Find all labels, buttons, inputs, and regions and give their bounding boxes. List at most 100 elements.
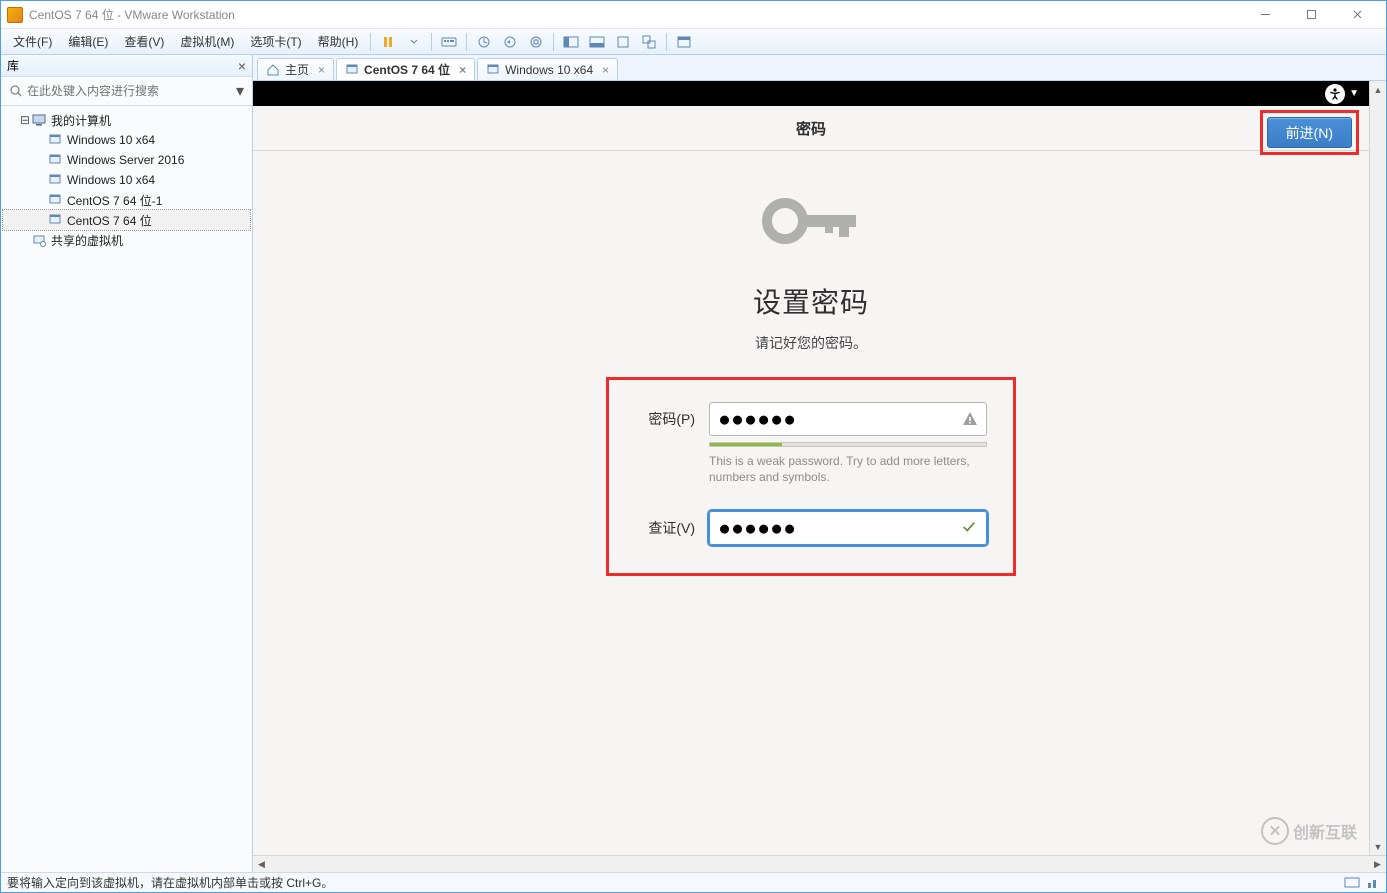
password-row: 密码(P) <box>635 402 987 436</box>
vertical-scrollbar[interactable]: ▲ ▼ <box>1369 81 1386 855</box>
tree-vm-item[interactable]: Windows Server 2016 <box>3 150 250 170</box>
library-close-icon[interactable]: × <box>238 58 246 74</box>
main-area: 主页 × CentOS 7 64 位 × Windows 10 x64 × <box>253 55 1386 872</box>
vm-tab-icon <box>345 63 359 77</box>
search-dropdown-icon[interactable]: ▾ <box>234 81 246 101</box>
setup-heading: 设置密码 <box>753 281 869 321</box>
setup-subheading: 请记好您的密码。 <box>755 333 867 353</box>
view-thumbnail-icon[interactable] <box>586 31 608 53</box>
highlight-next-button: 前进(N) <box>1260 110 1359 155</box>
strength-fill <box>710 443 782 446</box>
vm-icon <box>47 192 63 208</box>
tab-strip: 主页 × CentOS 7 64 位 × Windows 10 x64 × <box>253 55 1386 81</box>
device-icon[interactable] <box>1344 877 1360 889</box>
library-tree: ⊟ 我的计算机 Windows 10 x64 Windows Server 20… <box>1 106 252 872</box>
vm-icon <box>47 152 63 168</box>
menu-view[interactable]: 查看(V) <box>116 30 172 53</box>
expand-icon[interactable]: ⊟ <box>19 113 31 127</box>
password-hint: This is a weak password. Try to add more… <box>709 453 987 485</box>
accessibility-icon[interactable] <box>1325 84 1345 104</box>
tab-close-icon[interactable]: × <box>459 63 466 77</box>
window-title: CentOS 7 64 位 - VMware Workstation <box>29 6 235 23</box>
tab-windows10[interactable]: Windows 10 x64 × <box>477 58 618 80</box>
menu-vm[interactable]: 虚拟机(M) <box>172 30 242 53</box>
tab-close-icon[interactable]: × <box>318 63 325 77</box>
status-tray <box>1344 877 1380 889</box>
computer-icon <box>31 112 47 128</box>
tab-close-icon[interactable]: × <box>602 63 609 77</box>
snapshot-manager-icon[interactable] <box>525 31 547 53</box>
tree-label: CentOS 7 64 位 <box>67 212 152 229</box>
gnome-bar-title: 密码 <box>796 118 826 139</box>
menu-edit[interactable]: 编辑(E) <box>60 30 116 53</box>
tree-vm-item[interactable]: Windows 10 x64 <box>3 130 250 150</box>
tree-root-mycomputer[interactable]: ⊟ 我的计算机 <box>3 110 250 130</box>
snapshot-icon[interactable] <box>473 31 495 53</box>
vm-icon <box>47 212 63 228</box>
tree-label: Windows Server 2016 <box>67 153 184 167</box>
horizontal-scrollbar[interactable]: ◀ ▶ <box>253 855 1386 872</box>
view-console-icon[interactable] <box>560 31 582 53</box>
tree-label: 我的计算机 <box>51 112 111 129</box>
vm-viewport[interactable]: ▼ 密码 前进(N) <box>253 81 1369 855</box>
menubar: 文件(F) 编辑(E) 查看(V) 虚拟机(M) 选项卡(T) 帮助(H) <box>1 29 1386 55</box>
status-text: 要将输入定向到该虚拟机，请在虚拟机内部单击或按 Ctrl+G。 <box>7 874 333 891</box>
next-button[interactable]: 前进(N) <box>1267 117 1352 148</box>
tab-label: CentOS 7 64 位 <box>364 61 450 78</box>
verify-input[interactable] <box>709 511 987 545</box>
scroll-up-icon[interactable]: ▲ <box>1370 81 1386 98</box>
highlight-password-form: 密码(P) This is a weak password. Try <box>606 377 1016 576</box>
app-icon <box>7 7 23 23</box>
tree-vm-item[interactable]: CentOS 7 64 位-1 <box>3 190 250 210</box>
scroll-right-icon[interactable]: ▶ <box>1369 856 1386 872</box>
tree-vm-item[interactable]: Windows 10 x64 <box>3 170 250 190</box>
close-button[interactable] <box>1334 2 1380 28</box>
password-strength-bar <box>709 442 987 447</box>
verify-label: 查证(V) <box>635 518 695 538</box>
gnome-content: 设置密码 请记好您的密码。 密码(P) <box>253 151 1369 855</box>
tree-shared-vms[interactable]: 共享的虚拟机 <box>3 230 250 250</box>
menu-file[interactable]: 文件(F) <box>5 30 60 53</box>
library-search: ▾ <box>1 77 252 106</box>
next-button-label: 前进(N) <box>1286 123 1333 143</box>
scroll-down-icon[interactable]: ▼ <box>1370 838 1386 855</box>
unity-icon[interactable] <box>638 31 660 53</box>
network-icon[interactable] <box>1366 877 1380 889</box>
app-window: CentOS 7 64 位 - VMware Workstation 文件(F)… <box>0 0 1387 893</box>
verify-row: 查证(V) <box>635 511 987 545</box>
pause-icon[interactable] <box>377 31 399 53</box>
tab-centos[interactable]: CentOS 7 64 位 × <box>336 58 475 80</box>
library-title: 库 <box>7 57 19 74</box>
new-window-icon[interactable] <box>673 31 695 53</box>
tab-home[interactable]: 主页 × <box>257 58 334 80</box>
minimize-button[interactable] <box>1242 2 1288 28</box>
password-label: 密码(P) <box>635 409 695 429</box>
dropdown-icon[interactable] <box>403 31 425 53</box>
snapshot-revert-icon[interactable] <box>499 31 521 53</box>
tree-label: 共享的虚拟机 <box>51 232 123 249</box>
home-icon <box>266 63 280 77</box>
guest-top-bar: ▼ <box>253 81 1369 106</box>
tab-label: 主页 <box>285 61 309 78</box>
menu-help[interactable]: 帮助(H) <box>310 30 367 53</box>
tree-label: Windows 10 x64 <box>67 173 155 187</box>
chevron-down-icon[interactable]: ▼ <box>1349 88 1359 99</box>
vm-icon <box>47 172 63 188</box>
vm-icon <box>47 132 63 148</box>
fullscreen-icon[interactable] <box>612 31 634 53</box>
vm-tab-icon <box>486 63 500 77</box>
maximize-button[interactable] <box>1288 2 1334 28</box>
search-input[interactable] <box>27 84 234 98</box>
password-input[interactable] <box>709 402 987 436</box>
gnome-header-bar: 密码 <box>253 106 1369 151</box>
tree-label: Windows 10 x64 <box>67 133 155 147</box>
check-icon <box>961 519 979 537</box>
library-sidebar: 库 × ▾ ⊟ 我的计算机 Windows 10 x64 Windows Ser… <box>1 55 253 872</box>
tree-label: CentOS 7 64 位-1 <box>67 192 162 209</box>
menu-tabs[interactable]: 选项卡(T) <box>242 30 309 53</box>
scroll-left-icon[interactable]: ◀ <box>253 856 270 872</box>
tree-vm-item-selected[interactable]: CentOS 7 64 位 <box>3 210 250 230</box>
send-cad-icon[interactable] <box>438 31 460 53</box>
key-icon <box>761 191 861 261</box>
library-header: 库 × <box>1 55 252 77</box>
